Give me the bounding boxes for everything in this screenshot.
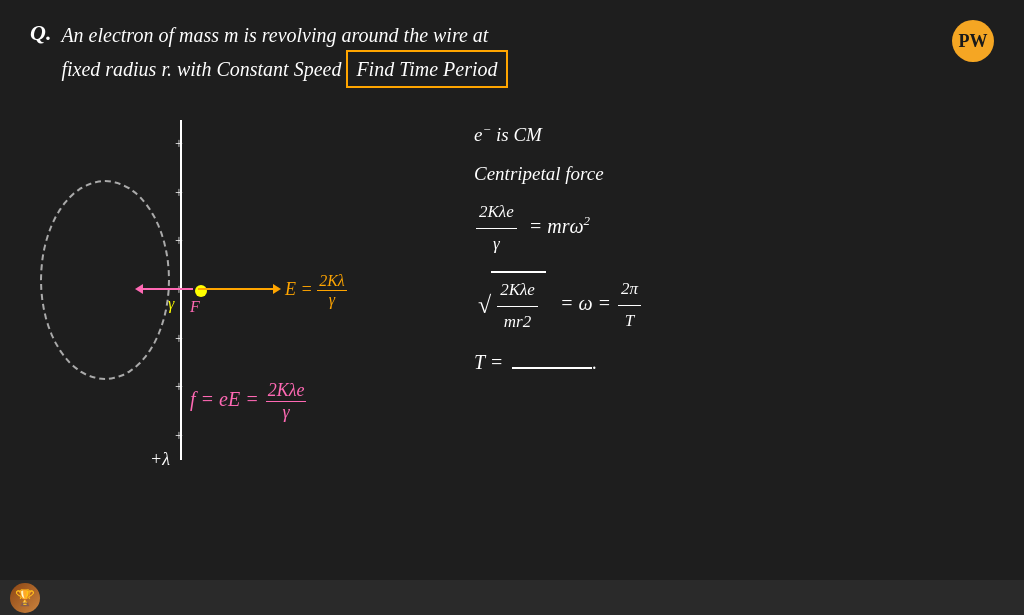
squared: 2	[584, 213, 591, 228]
sqrt-symbol: √	[478, 293, 491, 317]
plus-mark: +	[175, 379, 183, 395]
plus-mark: +	[175, 331, 183, 347]
plus-mark: +	[175, 185, 183, 201]
question-line1: An electron of mass m is revolving aroun…	[61, 24, 488, 46]
plus-mark: +	[175, 136, 183, 152]
sqrt-content: 2Kλe mr2	[491, 271, 546, 339]
solution-area: e− is CM Centripetal force 2Kλe γ = mrω2…	[474, 120, 1004, 374]
question-text: An electron of mass m is revolving aroun…	[61, 20, 994, 88]
question-header: Q. An electron of mass m is revolving ar…	[30, 20, 994, 88]
sqrt-expression: √ 2Kλe mr2	[478, 271, 546, 339]
em-is-cm-line: e− is CM	[474, 120, 1004, 151]
answer-blank	[512, 367, 592, 369]
centripetal-force-label: Centripetal force	[474, 159, 1004, 189]
pw-logo: PW	[952, 20, 994, 62]
f-equation: f = eE = 2Kλe γ	[190, 380, 306, 423]
gamma-diagram-label: γ	[168, 295, 174, 313]
T-den: T	[622, 306, 637, 337]
find-time-period-highlight: Find Time Period	[346, 50, 507, 88]
equation-1: 2Kλe γ = mrω2	[474, 197, 1004, 259]
numerator: 2Kλe	[476, 197, 517, 229]
trophy-icon: 🏆	[10, 583, 40, 613]
force-label: F	[190, 298, 200, 316]
question-line2: fixed radius r. with Constant Speed	[61, 58, 341, 80]
diagram-area: + + + + + + + +λ E = 2Kλ γ F γ	[20, 120, 400, 480]
orbit-ellipse	[40, 180, 170, 380]
fraction-2kle-gamma: 2Kλe γ	[476, 197, 517, 259]
e-field-label: E = 2Kλ γ	[285, 272, 347, 309]
superscript-minus: −	[482, 122, 491, 137]
equation-2: √ 2Kλe mr2 = ω = 2π T	[474, 271, 1004, 339]
sqrt-den: mr2	[501, 307, 534, 338]
plus-marks: + + + + + + +	[175, 120, 183, 460]
bottom-bar: 🏆	[0, 580, 1024, 615]
lambda-label: +λ	[150, 449, 170, 470]
q-label: Q.	[30, 20, 51, 46]
denominator: γ	[490, 229, 503, 260]
two-pi: 2π	[618, 274, 641, 306]
fraction-sqrt: 2Kλe mr2	[497, 275, 538, 337]
plus-mark: +	[175, 428, 183, 444]
fraction-2pi-T: 2π T	[618, 274, 641, 336]
sqrt-num: 2Kλe	[497, 275, 538, 307]
t-answer: T = .	[474, 351, 1004, 374]
force-arrow	[138, 288, 193, 290]
t-equals-label: T =	[474, 351, 503, 373]
main-content: Q. An electron of mass m is revolving ar…	[0, 0, 1024, 580]
electron-dot	[195, 285, 207, 297]
plus-mark: +	[175, 233, 183, 249]
e-field-arrow	[198, 288, 278, 290]
